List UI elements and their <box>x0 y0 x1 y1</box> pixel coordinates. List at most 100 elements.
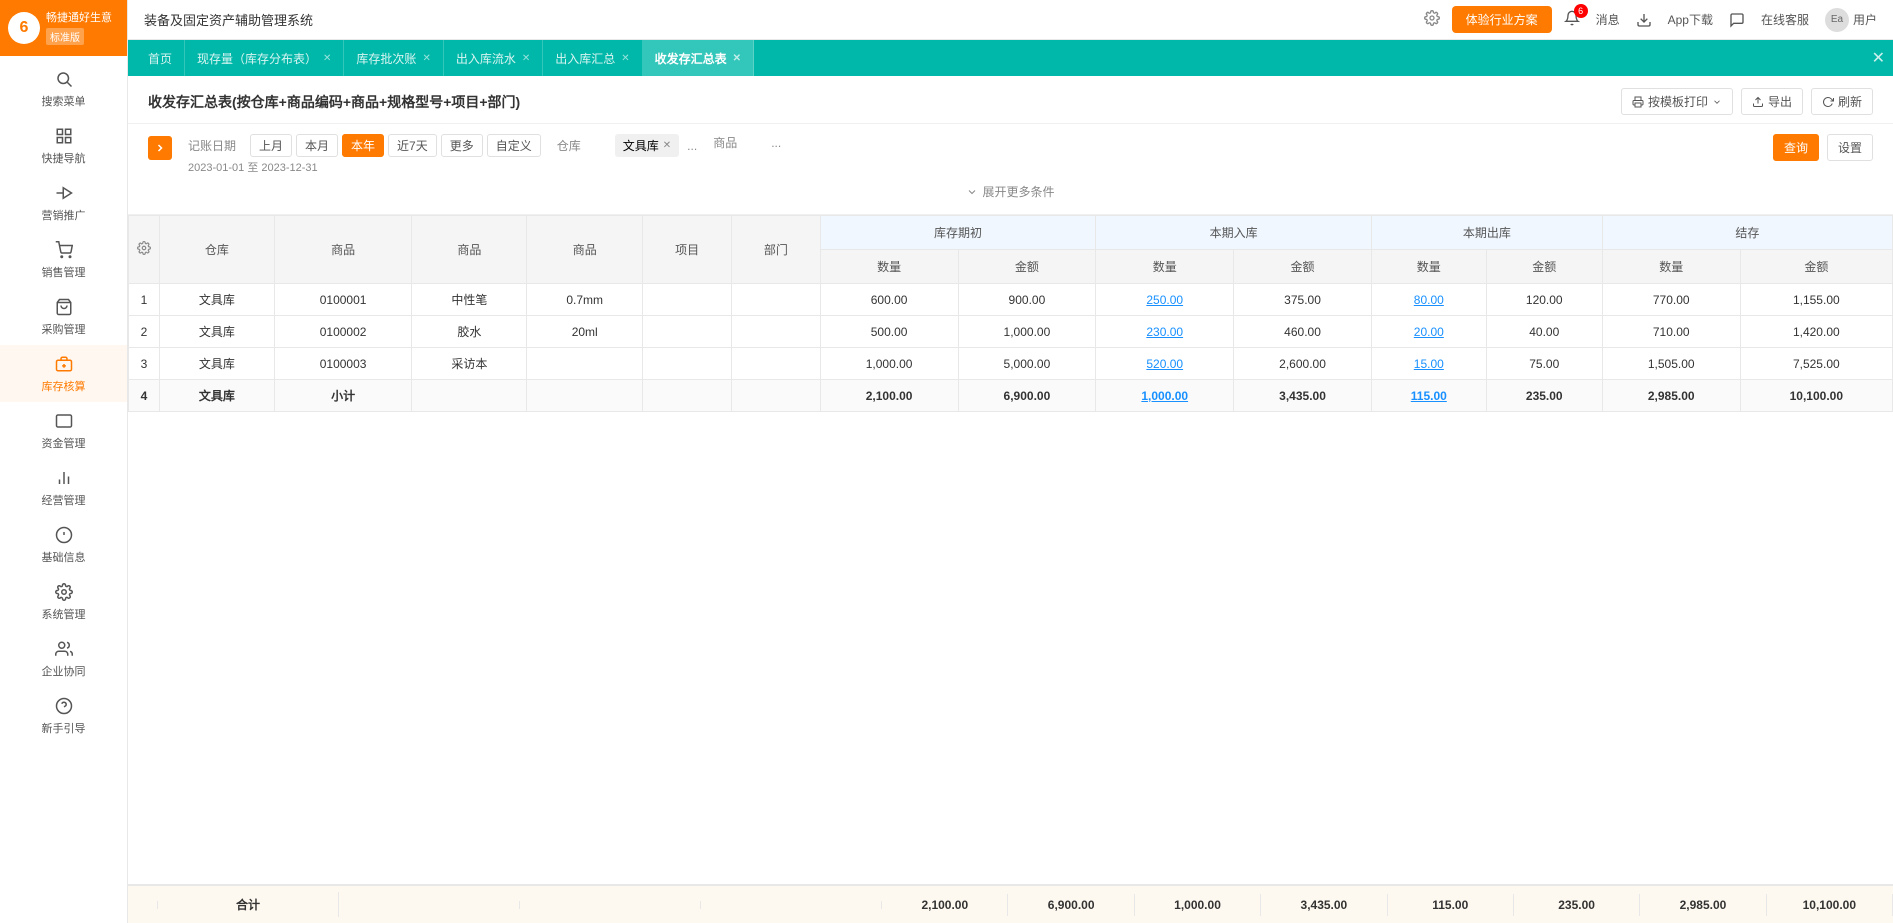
tab-close-icon[interactable]: ✕ <box>733 53 741 64</box>
row-project <box>643 316 732 348</box>
sidebar-item-system[interactable]: 系统管理 <box>0 573 127 630</box>
export-icon <box>1752 96 1764 108</box>
settings-btn[interactable]: 设置 <box>1827 134 1873 161</box>
tab-close-icon[interactable]: ✕ <box>621 53 629 64</box>
row-in-qty[interactable]: 520.00 <box>1096 348 1234 380</box>
page-content: 收发存汇总表(按仓库+商品编码+商品+规格型号+项目+部门) 按模板打印 导出 … <box>128 76 1893 923</box>
th-in-amt: 金额 <box>1234 250 1372 284</box>
more-dates-btn[interactable]: 更多 <box>441 134 483 157</box>
th-department: 部门 <box>731 216 820 284</box>
footer-empty4 <box>701 901 882 909</box>
query-btn[interactable]: 查询 <box>1773 134 1819 161</box>
export-label: 导出 <box>1768 93 1792 110</box>
page-header-actions: 按模板打印 导出 刷新 <box>1621 88 1873 115</box>
warehouse-remove-icon[interactable]: ✕ <box>663 140 671 151</box>
row-product-spec: 20ml <box>527 316 643 348</box>
row-department <box>731 316 820 348</box>
info-icon <box>53 524 75 546</box>
settings-icon[interactable] <box>1424 10 1440 29</box>
sidebar-item-search[interactable]: 搜索菜单 <box>0 60 127 117</box>
row-in-qty[interactable]: 250.00 <box>1096 284 1234 316</box>
subtotal-out-qty[interactable]: 115.00 <box>1371 380 1486 412</box>
sidebar-item-quick[interactable]: 快捷导航 <box>0 117 127 174</box>
subtotal-in-qty[interactable]: 1,000.00 <box>1096 380 1234 412</box>
row-department <box>731 348 820 380</box>
th-product-spec: 商品 <box>527 216 643 284</box>
sidebar-item-label: 经营管理 <box>42 492 86 508</box>
tab-batch[interactable]: 库存批次账 ✕ <box>344 40 443 76</box>
sidebar-item-purchase[interactable]: 采购管理 <box>0 288 127 345</box>
tab-label: 出入库流水 <box>456 50 516 67</box>
tab-flow[interactable]: 出入库流水 ✕ <box>444 40 543 76</box>
print-btn[interactable]: 按模板打印 <box>1621 88 1733 115</box>
sidebar-item-guide[interactable]: 新手引导 <box>0 687 127 744</box>
sidebar-item-basic[interactable]: 基础信息 <box>0 516 127 573</box>
sidebar-item-operation[interactable]: 经营管理 <box>0 459 127 516</box>
tab-summary[interactable]: 出入库汇总 ✕ <box>543 40 642 76</box>
tab-inventory-dist[interactable]: 现存量（库存分布表） ✕ <box>185 40 344 76</box>
online-service-label[interactable]: 在线客服 <box>1761 11 1809 28</box>
row-opening-amt: 5,000.00 <box>958 348 1096 380</box>
product-more-btn[interactable]: ... <box>771 136 781 150</box>
th-product-code: 商品 <box>274 216 412 284</box>
close-all-tabs-icon[interactable]: ✕ <box>1872 48 1885 68</box>
row-department <box>731 284 820 316</box>
this-year-btn[interactable]: 本年 <box>342 134 384 157</box>
sidebar-item-label: 企业协同 <box>42 663 86 679</box>
subtotal-row: 4 文具库 小计 2,100.00 6,900.00 1,000.00 3,43… <box>129 380 1893 412</box>
this-month-btn[interactable]: 本月 <box>296 134 338 157</box>
tab-receipt-summary[interactable]: 收发存汇总表 ✕ <box>643 40 754 76</box>
data-table: 仓库 商品 商品 商品 项目 部门 库存期初 本期入库 本期出库 结存 数量 金… <box>128 215 1893 412</box>
last-7days-btn[interactable]: 近7天 <box>388 134 437 157</box>
subtotal-empty2 <box>527 380 643 412</box>
tab-close-icon[interactable]: ✕ <box>323 53 331 64</box>
row-closing-amt: 1,420.00 <box>1740 316 1892 348</box>
footer-in-qty: 1,000.00 <box>1135 894 1261 916</box>
logo-text: 畅捷通好生意 <box>46 11 112 26</box>
experience-btn[interactable]: 体验行业方案 <box>1452 6 1552 33</box>
sidebar-item-enterprise[interactable]: 企业协同 <box>0 630 127 687</box>
tab-home[interactable]: 首页 <box>136 40 185 76</box>
subtotal-closing-qty: 2,985.00 <box>1602 380 1740 412</box>
filter-toggle-btn[interactable] <box>148 136 172 160</box>
export-btn[interactable]: 导出 <box>1741 88 1803 115</box>
expand-filter-row: 展开更多条件 <box>148 175 1873 204</box>
subtotal-no: 4 <box>129 380 160 412</box>
system-title: 装备及固定资产辅助管理系统 <box>144 10 1412 29</box>
user-menu[interactable]: Ea 用户 <box>1825 8 1877 32</box>
print-icon <box>1632 96 1644 108</box>
row-product-code: 0100002 <box>274 316 412 348</box>
user-label: 用户 <box>1853 11 1877 28</box>
row-out-qty[interactable]: 20.00 <box>1371 316 1486 348</box>
expand-btn[interactable]: 展开更多条件 <box>966 183 1054 200</box>
subtotal-label: 小计 <box>274 380 412 412</box>
row-out-qty[interactable]: 80.00 <box>1371 284 1486 316</box>
th-setting[interactable] <box>129 216 160 284</box>
tab-close-icon[interactable]: ✕ <box>522 53 530 64</box>
row-warehouse: 文具库 <box>160 348 275 380</box>
row-out-qty[interactable]: 15.00 <box>1371 348 1486 380</box>
sidebar-item-marketing[interactable]: 营销推广 <box>0 174 127 231</box>
footer-empty2 <box>339 901 520 909</box>
custom-date-btn[interactable]: 自定义 <box>487 134 541 157</box>
gear-icon <box>53 581 75 603</box>
app-download-label[interactable]: App下载 <box>1668 11 1713 28</box>
notifications-btn[interactable]: 6 <box>1564 10 1580 29</box>
tab-close-icon[interactable]: ✕ <box>422 53 430 64</box>
sidebar-item-inventory[interactable]: 库存核算 <box>0 345 127 402</box>
page-title: 收发存汇总表(按仓库+商品编码+商品+规格型号+项目+部门) <box>148 92 520 112</box>
th-closing-amt: 金额 <box>1740 250 1892 284</box>
row-closing-qty: 770.00 <box>1602 284 1740 316</box>
sidebar-logo: 6 畅捷通好生意 标准版 <box>0 0 127 56</box>
sidebar-item-label: 系统管理 <box>42 606 86 622</box>
sidebar-item-finance[interactable]: 资金管理 <box>0 402 127 459</box>
cart-icon <box>53 239 75 261</box>
warehouse-more-btn[interactable]: ... <box>687 139 697 153</box>
row-in-qty[interactable]: 230.00 <box>1096 316 1234 348</box>
refresh-btn[interactable]: 刷新 <box>1811 88 1873 115</box>
sidebar-item-sales[interactable]: 销售管理 <box>0 231 127 288</box>
last-month-btn[interactable]: 上月 <box>250 134 292 157</box>
row-out-amt: 75.00 <box>1486 348 1602 380</box>
subtotal-in-amt: 3,435.00 <box>1234 380 1372 412</box>
notifications-badge: 6 <box>1574 4 1588 18</box>
